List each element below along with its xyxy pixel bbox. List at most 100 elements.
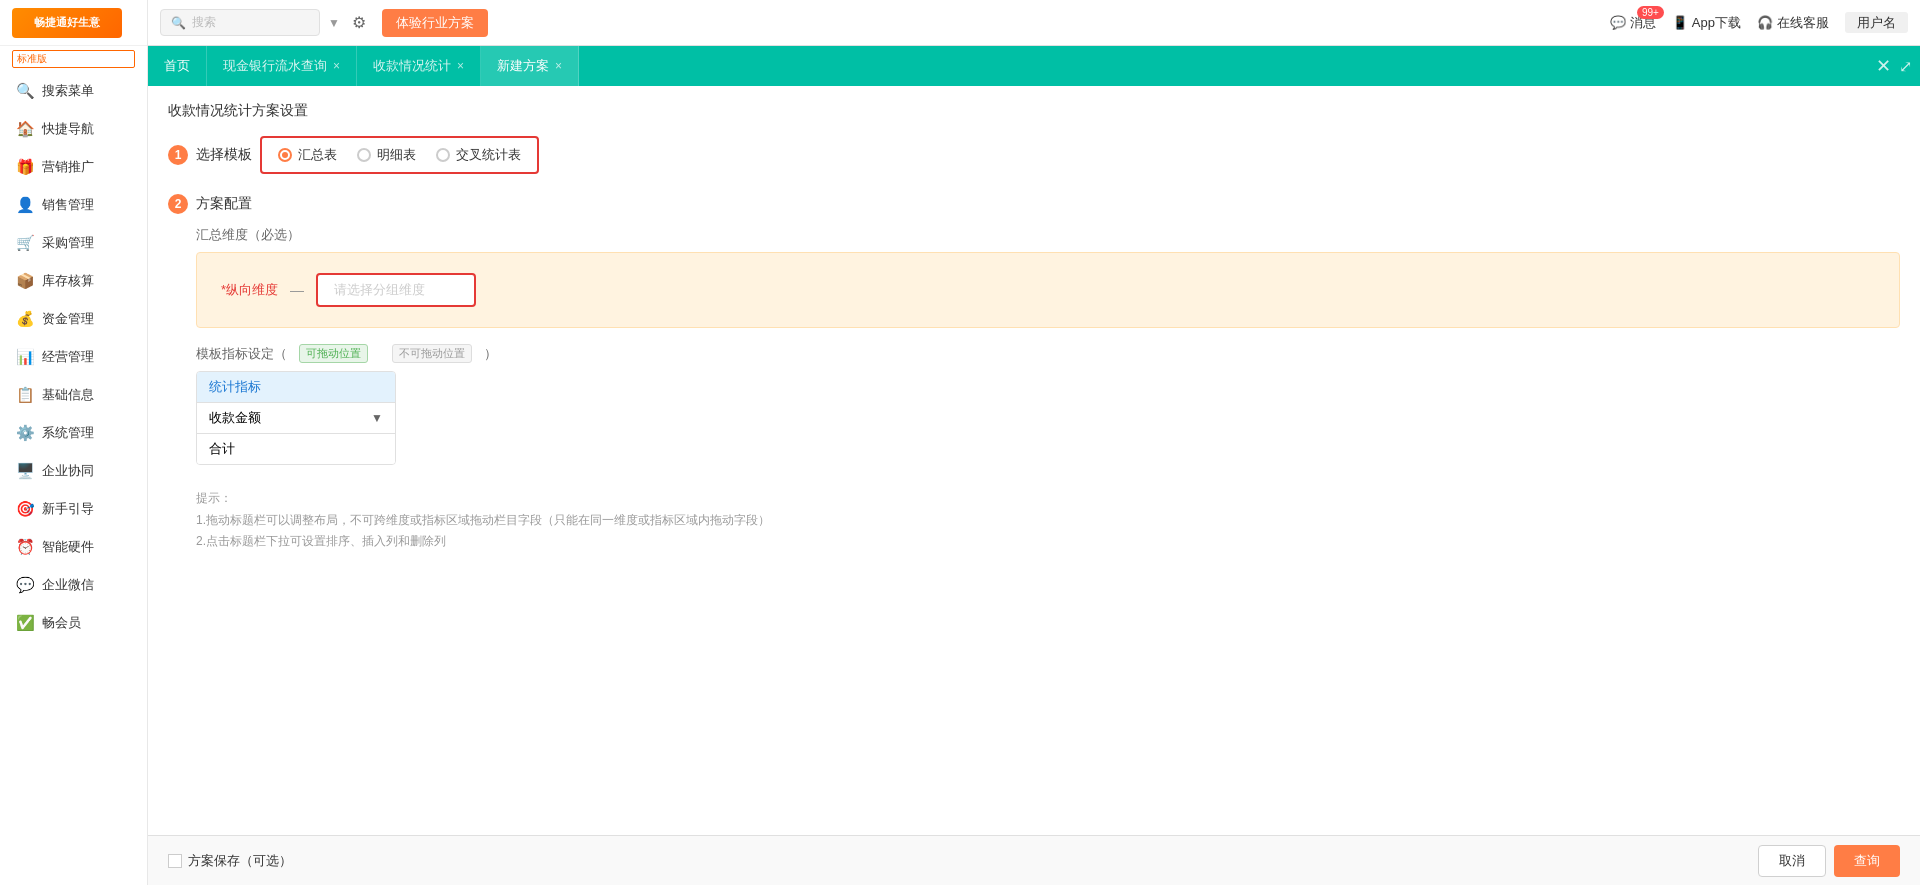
app-label: App下载	[1692, 14, 1741, 32]
sidebar-item-sales[interactable]: 👤 销售管理	[0, 186, 147, 224]
chart-icon: 📊	[16, 348, 34, 366]
monitor-icon: 🖥️	[16, 462, 34, 480]
cancel-button[interactable]: 取消	[1758, 845, 1826, 877]
step2-badge: 2	[168, 194, 188, 214]
gear-icon: ⚙️	[16, 424, 34, 442]
sidebar-item-marketing[interactable]: 🎁 营销推广	[0, 148, 147, 186]
step1-title: 选择模板	[196, 146, 252, 164]
bottom-buttons: 取消 查询	[1758, 845, 1900, 877]
main-area: 🔍 搜索 ▼ ⚙ 体验行业方案 💬 消息 99+ 📱 App下载 🎧 在线客服 …	[148, 0, 1920, 885]
sidebar-item-label: 经营管理	[42, 348, 94, 366]
message-icon: 💬	[1610, 15, 1626, 30]
tab-home[interactable]: 首页	[148, 46, 207, 86]
sidebar-item-inventory[interactable]: 📦 库存核算	[0, 262, 147, 300]
sidebar-item-label: 企业微信	[42, 576, 94, 594]
sidebar-item-label: 企业协同	[42, 462, 94, 480]
service-label: 在线客服	[1777, 14, 1829, 32]
tab-new-plan-close[interactable]: ×	[555, 59, 562, 73]
sidebar-item-basic[interactable]: 📋 基础信息	[0, 376, 147, 414]
service-icon: 🎧	[1757, 15, 1773, 30]
tab-new-plan[interactable]: 新建方案 ×	[481, 46, 579, 86]
sidebar-item-label: 库存核算	[42, 272, 94, 290]
tab-receipt-close[interactable]: ×	[457, 59, 464, 73]
save-label: 方案保存（可选）	[188, 852, 292, 870]
dimension-required-label: *纵向维度	[221, 281, 278, 299]
radio-summary[interactable]: 汇总表	[278, 146, 337, 164]
tab-bank[interactable]: 现金银行流水查询 ×	[207, 46, 357, 86]
indicator-close-bracket: ）	[484, 345, 497, 363]
dimension-selector[interactable]: 请选择分组维度	[316, 273, 476, 307]
fixed-tag: 不可拖动位置	[392, 344, 472, 363]
sidebar-item-quick-nav[interactable]: 🏠 快捷导航	[0, 110, 147, 148]
sidebar-item-finance[interactable]: 💰 资金管理	[0, 300, 147, 338]
sidebar-item-search[interactable]: 🔍 搜索菜单	[0, 72, 147, 110]
tips-title: 提示：	[196, 491, 232, 505]
radio-detail-label: 明细表	[377, 146, 416, 164]
radio-dot-detail	[357, 148, 371, 162]
sidebar-item-corp[interactable]: 🖥️ 企业协同	[0, 452, 147, 490]
draggable-tag: 可拖动位置	[299, 344, 368, 363]
expand-icon[interactable]: ⤢	[1899, 57, 1912, 76]
sidebar-item-label: 快捷导航	[42, 120, 94, 138]
step2-title: 方案配置	[196, 195, 252, 213]
user-button[interactable]: 用户名	[1845, 14, 1908, 32]
sidebar-item-operation[interactable]: 📊 经营管理	[0, 338, 147, 376]
save-checkbox-label[interactable]: 方案保存（可选）	[168, 852, 292, 870]
save-checkbox[interactable]	[168, 854, 182, 868]
radio-summary-label: 汇总表	[298, 146, 337, 164]
query-button[interactable]: 查询	[1834, 845, 1900, 877]
tab-bank-close[interactable]: ×	[333, 59, 340, 73]
template-radio-group: 汇总表 明细表 交叉统计表	[260, 136, 539, 174]
bottom-bar: 方案保存（可选） 取消 查询	[148, 835, 1920, 885]
box-icon: 📦	[16, 272, 34, 290]
dropdown-arrow[interactable]: ▼	[328, 16, 340, 30]
indicator-row-0[interactable]: 收款金额 ▼	[197, 402, 395, 433]
message-button[interactable]: 💬 消息 99+	[1610, 14, 1656, 32]
step2-header: 2 方案配置	[168, 194, 1900, 214]
step1-section: 1 选择模板 汇总表 明细表	[168, 136, 1900, 174]
indicator-label-0: 收款金额	[209, 409, 261, 427]
tips-section: 提示： 1.拖动标题栏可以调整布局，不可跨维度或指标区域拖动栏目字段（只能在同一…	[196, 488, 1900, 553]
indicator-section: 模板指标设定（ 可拖动位置 不可拖动位置 ） 统计指标 收款金	[196, 344, 1900, 468]
indicator-dropdown-0[interactable]: ▼	[371, 411, 383, 425]
sidebar-item-label: 采购管理	[42, 234, 94, 252]
close-all-icon[interactable]: ✕	[1876, 55, 1891, 77]
sidebar-item-newbie[interactable]: 🎯 新手引导	[0, 490, 147, 528]
sidebar-item-label: 资金管理	[42, 310, 94, 328]
radio-detail[interactable]: 明细表	[357, 146, 416, 164]
tab-new-plan-label: 新建方案	[497, 57, 549, 75]
dimension-title: 汇总维度（必选）	[196, 226, 1900, 244]
gift-icon: 🎁	[16, 158, 34, 176]
search-bar[interactable]: 🔍 搜索	[160, 9, 320, 36]
sidebar-item-system[interactable]: ⚙️ 系统管理	[0, 414, 147, 452]
app-download-button[interactable]: 📱 App下载	[1672, 14, 1741, 32]
sidebar: 畅捷通好生意 标准版 🔍 搜索菜单 🏠 快捷导航 🎁 营销推广 👤 销售管理 🛒…	[0, 0, 148, 885]
top-nav: 🔍 搜索 ▼ ⚙ 体验行业方案 💬 消息 99+ 📱 App下载 🎧 在线客服 …	[148, 0, 1920, 46]
user-name: 用户名	[1845, 12, 1908, 33]
top-nav-right: 💬 消息 99+ 📱 App下载 🎧 在线客服 用户名	[1610, 14, 1908, 32]
radio-cross[interactable]: 交叉统计表	[436, 146, 521, 164]
indicator-table-header: 统计指标	[197, 372, 395, 402]
tab-receipt-stat[interactable]: 收款情况统计 ×	[357, 46, 481, 86]
sidebar-item-purchase[interactable]: 🛒 采购管理	[0, 224, 147, 262]
step1-header: 1 选择模板 汇总表 明细表	[168, 136, 1900, 174]
settings-icon[interactable]: ⚙	[352, 13, 366, 32]
search-placeholder: 搜索	[192, 14, 216, 31]
sidebar-item-label: 智能硬件	[42, 538, 94, 556]
trial-button[interactable]: 体验行业方案	[382, 9, 488, 37]
dimension-arrow: —	[290, 282, 304, 298]
online-service-button[interactable]: 🎧 在线客服	[1757, 14, 1829, 32]
step2-section: 2 方案配置 汇总维度（必选） *纵向维度 — 请选择分组维度	[168, 194, 1900, 553]
sidebar-item-wechat[interactable]: 💬 企业微信	[0, 566, 147, 604]
target-icon: 🎯	[16, 500, 34, 518]
radio-dot-summary	[278, 148, 292, 162]
content-inner: 收款情况统计方案设置 1 选择模板 汇总表	[148, 86, 1920, 835]
sidebar-item-hardware[interactable]: ⏰ 智能硬件	[0, 528, 147, 566]
sidebar-item-label: 营销推广	[42, 158, 94, 176]
indicator-cell-1: 合计	[209, 440, 235, 458]
sidebar-item-member[interactable]: ✅ 畅会员	[0, 604, 147, 642]
indicator-table: 统计指标 收款金额 ▼ 合计	[196, 371, 396, 465]
clipboard-icon: 📋	[16, 386, 34, 404]
logo-text: 畅捷通好生意	[34, 15, 100, 30]
radio-cross-label: 交叉统计表	[456, 146, 521, 164]
